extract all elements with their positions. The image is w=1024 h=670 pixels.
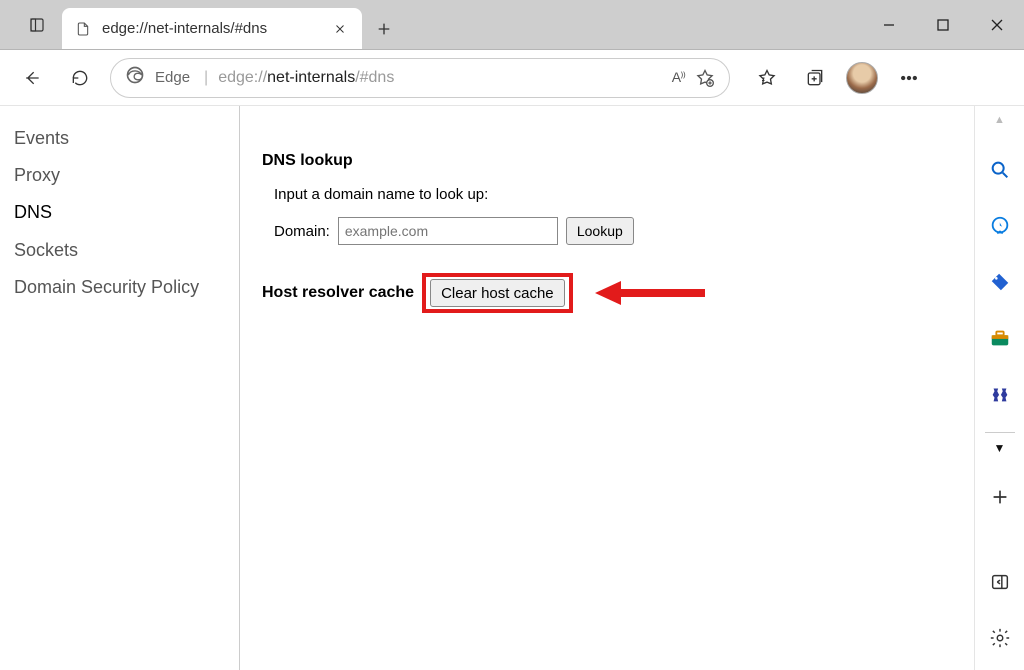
- sidebar-search-icon[interactable]: [976, 146, 1024, 194]
- sidebar-divider: [985, 432, 1015, 433]
- refresh-button[interactable]: [62, 60, 98, 96]
- sidebar-item-domain-security[interactable]: Domain Security Policy: [14, 269, 225, 306]
- window-controls: [862, 0, 1024, 49]
- sidebar-settings-button[interactable]: [976, 614, 1024, 662]
- sidebar-item-sockets[interactable]: Sockets: [14, 232, 225, 269]
- domain-label: Domain:: [274, 223, 330, 240]
- host-resolver-cache-heading: Host resolver cache: [262, 284, 414, 302]
- titlebar: edge://net-internals/#dns: [0, 0, 1024, 50]
- domain-input[interactable]: [338, 217, 558, 245]
- collections-button[interactable]: [798, 60, 832, 96]
- dns-lookup-instruction: Input a domain name to look up:: [274, 186, 956, 203]
- addressbar-separator: |: [204, 69, 208, 87]
- address-bar[interactable]: Edge | edge://net-internals/#dns A⁾⁾: [110, 58, 730, 98]
- lookup-button[interactable]: Lookup: [566, 217, 634, 245]
- annotation-highlight-box: Clear host cache: [422, 273, 573, 313]
- clear-host-cache-button[interactable]: Clear host cache: [430, 279, 565, 307]
- toolbar: Edge | edge://net-internals/#dns A⁾⁾: [0, 50, 1024, 106]
- favorites-button[interactable]: [750, 60, 784, 96]
- dns-lookup-heading: DNS lookup: [262, 152, 956, 170]
- minimize-button[interactable]: [862, 0, 916, 49]
- main-panel: DNS lookup Input a domain name to look u…: [240, 106, 974, 670]
- scroll-up-icon[interactable]: ▲: [994, 114, 1005, 126]
- sidebar-item-dns[interactable]: DNS: [14, 194, 225, 231]
- sidebar-shopping-icon[interactable]: [976, 258, 1024, 306]
- sidebar-item-events[interactable]: Events: [14, 120, 225, 157]
- sidebar-games-icon[interactable]: [976, 370, 1024, 418]
- maximize-button[interactable]: [916, 0, 970, 49]
- addressbar-brand: Edge: [155, 69, 190, 86]
- page-content: Events Proxy DNS Sockets Domain Security…: [0, 106, 1024, 670]
- browser-tab[interactable]: edge://net-internals/#dns: [62, 8, 362, 49]
- menu-button[interactable]: [892, 60, 926, 96]
- annotation-arrow: [595, 278, 705, 308]
- tab-actions-icon[interactable]: [12, 0, 62, 49]
- new-tab-button[interactable]: [362, 8, 406, 49]
- page-icon: [74, 20, 92, 38]
- addressbar-url: edge://net-internals/#dns: [218, 69, 662, 87]
- close-tab-button[interactable]: [330, 19, 350, 39]
- profile-avatar[interactable]: [846, 62, 878, 94]
- sidebar-add-button[interactable]: [976, 473, 1024, 521]
- back-button[interactable]: [14, 60, 50, 96]
- sidebar-tools-icon[interactable]: [976, 314, 1024, 362]
- sidebar-hide-button[interactable]: [976, 558, 1024, 606]
- sidebar-item-proxy[interactable]: Proxy: [14, 157, 225, 194]
- add-favorite-icon[interactable]: [695, 68, 715, 88]
- edge-logo-icon: [125, 65, 145, 90]
- tab-title: edge://net-internals/#dns: [102, 20, 320, 37]
- close-window-button[interactable]: [970, 0, 1024, 49]
- sidebar-expand-icon[interactable]: ▼: [994, 441, 1006, 455]
- edge-sidebar: ▲ ▼: [974, 106, 1024, 670]
- sidebar-bing-chat-icon[interactable]: [976, 202, 1024, 250]
- sidebar: Events Proxy DNS Sockets Domain Security…: [0, 106, 240, 670]
- read-aloud-icon[interactable]: A⁾⁾: [672, 69, 685, 86]
